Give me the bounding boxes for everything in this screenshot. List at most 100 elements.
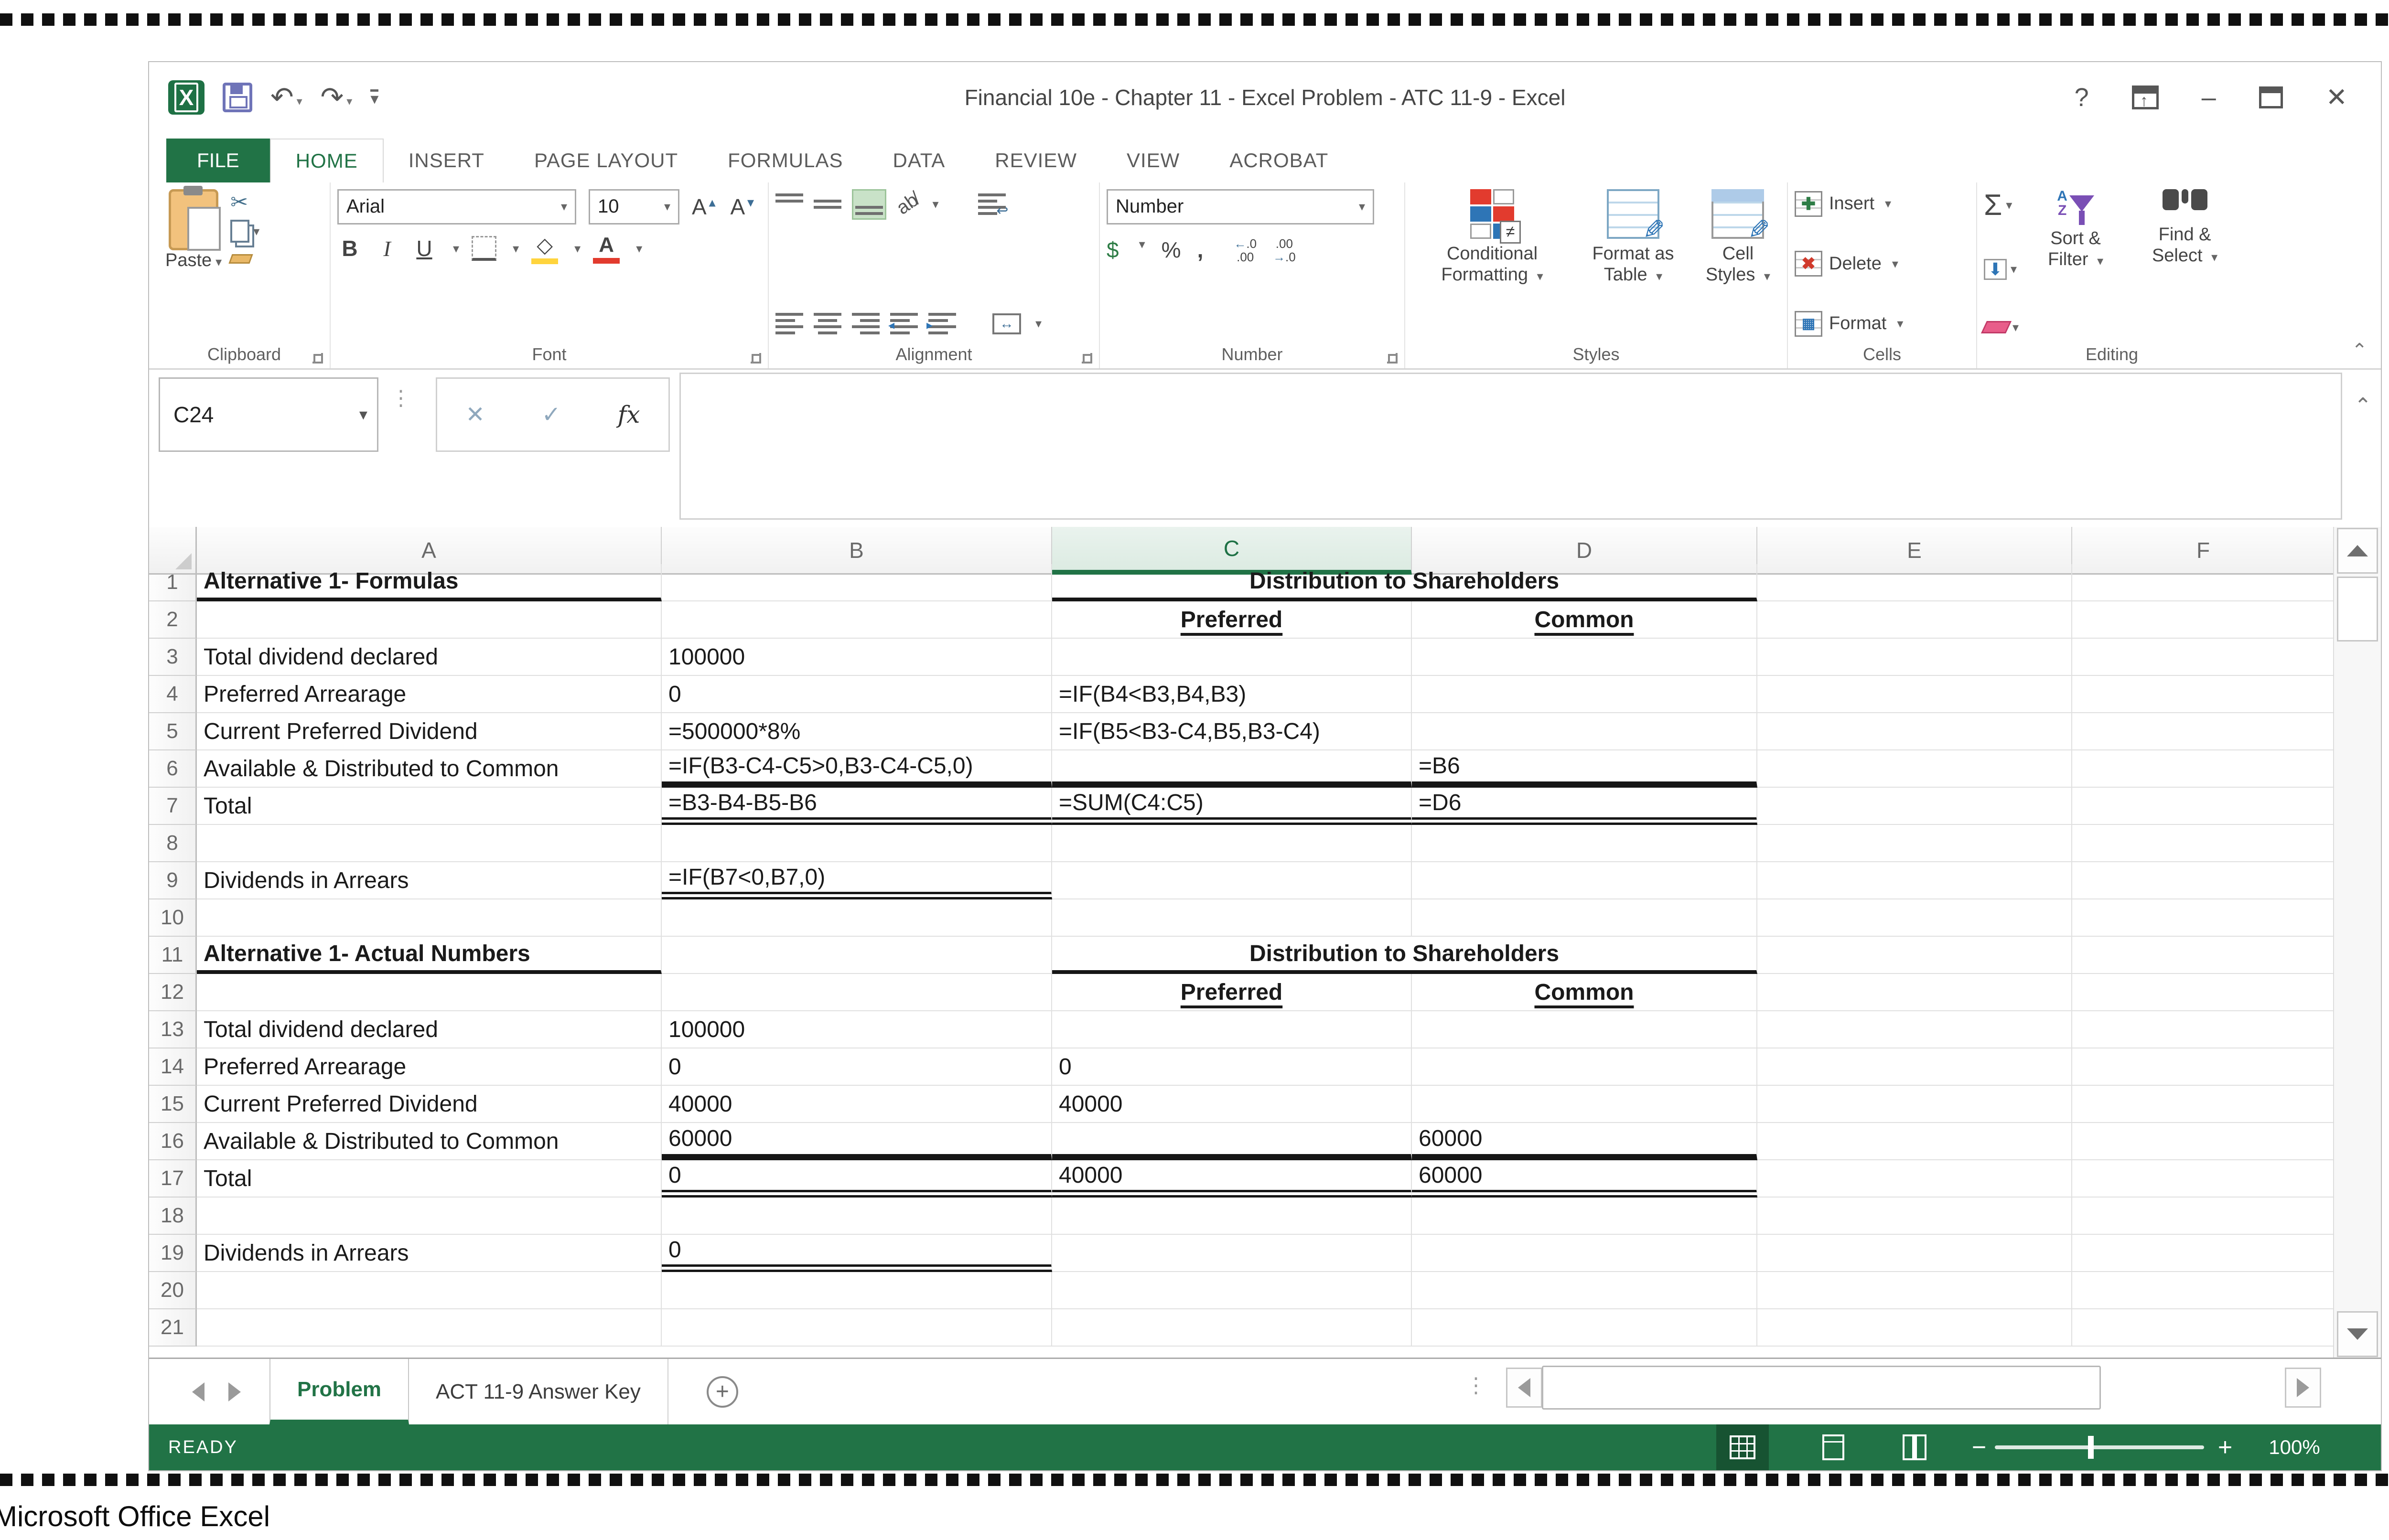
cell-E13[interactable] <box>1757 1011 2072 1049</box>
cell-C18[interactable] <box>1052 1198 1412 1235</box>
cell-D6[interactable]: =B6 <box>1412 750 1757 788</box>
fill-color-icon[interactable]: ◇ <box>531 233 559 264</box>
cell-F8[interactable] <box>2072 825 2335 863</box>
cell-F12[interactable] <box>2072 974 2335 1012</box>
cell-F21[interactable] <box>2072 1309 2335 1347</box>
cell-D18[interactable] <box>1412 1198 1757 1235</box>
cell-C16[interactable] <box>1052 1123 1412 1161</box>
delete-cells-button[interactable]: ✖ Delete ▾ <box>1795 251 1971 277</box>
borders-icon[interactable] <box>472 236 497 261</box>
cell-A7[interactable]: Total <box>197 788 662 825</box>
cell-B6[interactable]: =IF(B3-C4-C5>0,B3-C4-C5,0) <box>662 750 1052 788</box>
scroll-down-icon[interactable] <box>2337 1311 2378 1358</box>
cell-D14[interactable] <box>1412 1048 1757 1086</box>
cell-C15[interactable]: 40000 <box>1052 1086 1412 1123</box>
font-name-combo[interactable]: Arial ▾ <box>337 189 576 225</box>
cell-A14[interactable]: Preferred Arrearage <box>197 1048 662 1086</box>
format-painter-icon[interactable] <box>228 249 259 264</box>
row-header-21[interactable]: 21 <box>149 1309 197 1347</box>
decrease-decimal-icon[interactable]: .00 →.0 <box>1273 236 1296 264</box>
cell-E8[interactable] <box>1757 825 2072 863</box>
row-header-13[interactable]: 13 <box>149 1011 197 1049</box>
zoom-in-icon[interactable]: + <box>2211 1424 2239 1470</box>
scroll-up-icon[interactable] <box>2337 528 2378 574</box>
cell-A9[interactable]: Dividends in Arrears <box>197 862 662 900</box>
formula-input[interactable] <box>679 372 2342 520</box>
increase-font-size-icon[interactable]: A▲ <box>692 194 718 220</box>
cell-A19[interactable]: Dividends in Arrears <box>197 1235 662 1273</box>
help-icon[interactable]: ? <box>2075 83 2089 112</box>
cell-D12[interactable]: Common <box>1412 974 1757 1012</box>
align-left-icon[interactable] <box>775 312 803 336</box>
close-icon[interactable]: ✕ <box>2326 82 2347 112</box>
copy-icon[interactable]: ▾ <box>230 219 259 243</box>
cell-C19[interactable] <box>1052 1235 1412 1273</box>
cell-B20[interactable] <box>662 1272 1052 1310</box>
cell-D21[interactable] <box>1412 1309 1757 1347</box>
cell-B2[interactable] <box>662 601 1052 639</box>
cell-D15[interactable] <box>1412 1086 1757 1123</box>
row-header-3[interactable]: 3 <box>149 639 197 676</box>
cell-B4[interactable]: 0 <box>662 676 1052 714</box>
cell-C1[interactable]: Distribution to Shareholders <box>1052 564 1757 602</box>
expand-formula-bar-icon[interactable]: ⌃ <box>2354 394 2372 418</box>
cell-A15[interactable]: Current Preferred Dividend <box>197 1086 662 1123</box>
cell-B7[interactable]: =B3-B4-B5-B6 <box>662 788 1052 825</box>
cell-E9[interactable] <box>1757 862 2072 900</box>
insert-cells-button[interactable]: ✚ Insert ▾ <box>1795 191 1971 217</box>
row-header-15[interactable]: 15 <box>149 1086 197 1123</box>
cell-E10[interactable] <box>1757 899 2072 937</box>
accounting-format-icon[interactable]: $ <box>1107 237 1119 263</box>
cell-F9[interactable] <box>2072 862 2335 900</box>
cell-A5[interactable]: Current Preferred Dividend <box>197 713 662 751</box>
cell-B18[interactable] <box>662 1198 1052 1235</box>
cell-F16[interactable] <box>2072 1123 2335 1161</box>
cell-A16[interactable]: Available & Distributed to Common <box>197 1123 662 1161</box>
cell-E14[interactable] <box>1757 1048 2072 1086</box>
cell-A4[interactable]: Preferred Arrearage <box>197 676 662 714</box>
fill-color-dropdown-icon[interactable]: ▾ <box>574 241 581 256</box>
cell-E7[interactable] <box>1757 788 2072 825</box>
decrease-indent-icon[interactable]: ◂ <box>888 312 918 336</box>
save-icon[interactable] <box>223 82 252 112</box>
cell-D7[interactable]: =D6 <box>1412 788 1757 825</box>
cell-F13[interactable] <box>2072 1011 2335 1049</box>
number-format-combo[interactable]: Number ▾ <box>1107 189 1374 225</box>
tab-home[interactable]: HOME <box>269 138 384 182</box>
cell-F4[interactable] <box>2072 676 2335 714</box>
cell-E16[interactable] <box>1757 1123 2072 1161</box>
cell-B10[interactable] <box>662 899 1052 937</box>
cell-D2[interactable]: Common <box>1412 601 1757 639</box>
next-sheet-icon[interactable] <box>228 1382 241 1401</box>
cell-A12[interactable] <box>197 974 662 1012</box>
insert-function-icon[interactable]: fx <box>618 401 640 428</box>
cell-A1[interactable]: Alternative 1- Formulas <box>197 564 662 602</box>
page-break-view-button[interactable] <box>1888 1424 1941 1470</box>
row-header-9[interactable]: 9 <box>149 862 197 900</box>
row-header-20[interactable]: 20 <box>149 1272 197 1310</box>
cell-F10[interactable] <box>2072 899 2335 937</box>
format-cells-button[interactable]: ▦ Format ▾ <box>1795 310 1971 337</box>
cell-D3[interactable] <box>1412 639 1757 676</box>
row-header-17[interactable]: 17 <box>149 1160 197 1198</box>
cell-C14[interactable]: 0 <box>1052 1048 1412 1086</box>
cell-F3[interactable] <box>2072 639 2335 676</box>
cell-E17[interactable] <box>1757 1160 2072 1198</box>
cell-D4[interactable] <box>1412 676 1757 714</box>
decrease-font-size-icon[interactable]: A▼ <box>730 194 756 220</box>
cell-E19[interactable] <box>1757 1235 2072 1273</box>
tab-page-layout[interactable]: PAGE LAYOUT <box>509 139 703 182</box>
cell-A11[interactable]: Alternative 1- Actual Numbers <box>197 937 662 974</box>
cell-B11[interactable] <box>662 937 1052 974</box>
restore-icon[interactable] <box>2259 86 2283 108</box>
cell-E12[interactable] <box>1757 974 2072 1012</box>
percent-style-icon[interactable]: % <box>1162 237 1181 263</box>
cell-F2[interactable] <box>2072 601 2335 639</box>
name-box-dropdown-icon[interactable]: ▾ <box>359 405 367 424</box>
sheet-tab-problem[interactable]: Problem <box>269 1359 409 1425</box>
cell-F17[interactable] <box>2072 1160 2335 1198</box>
cell-A8[interactable] <box>197 825 662 863</box>
cell-C12[interactable]: Preferred <box>1052 974 1412 1012</box>
cell-A17[interactable]: Total <box>197 1160 662 1198</box>
name-box[interactable]: C24 ▾ <box>159 377 378 452</box>
